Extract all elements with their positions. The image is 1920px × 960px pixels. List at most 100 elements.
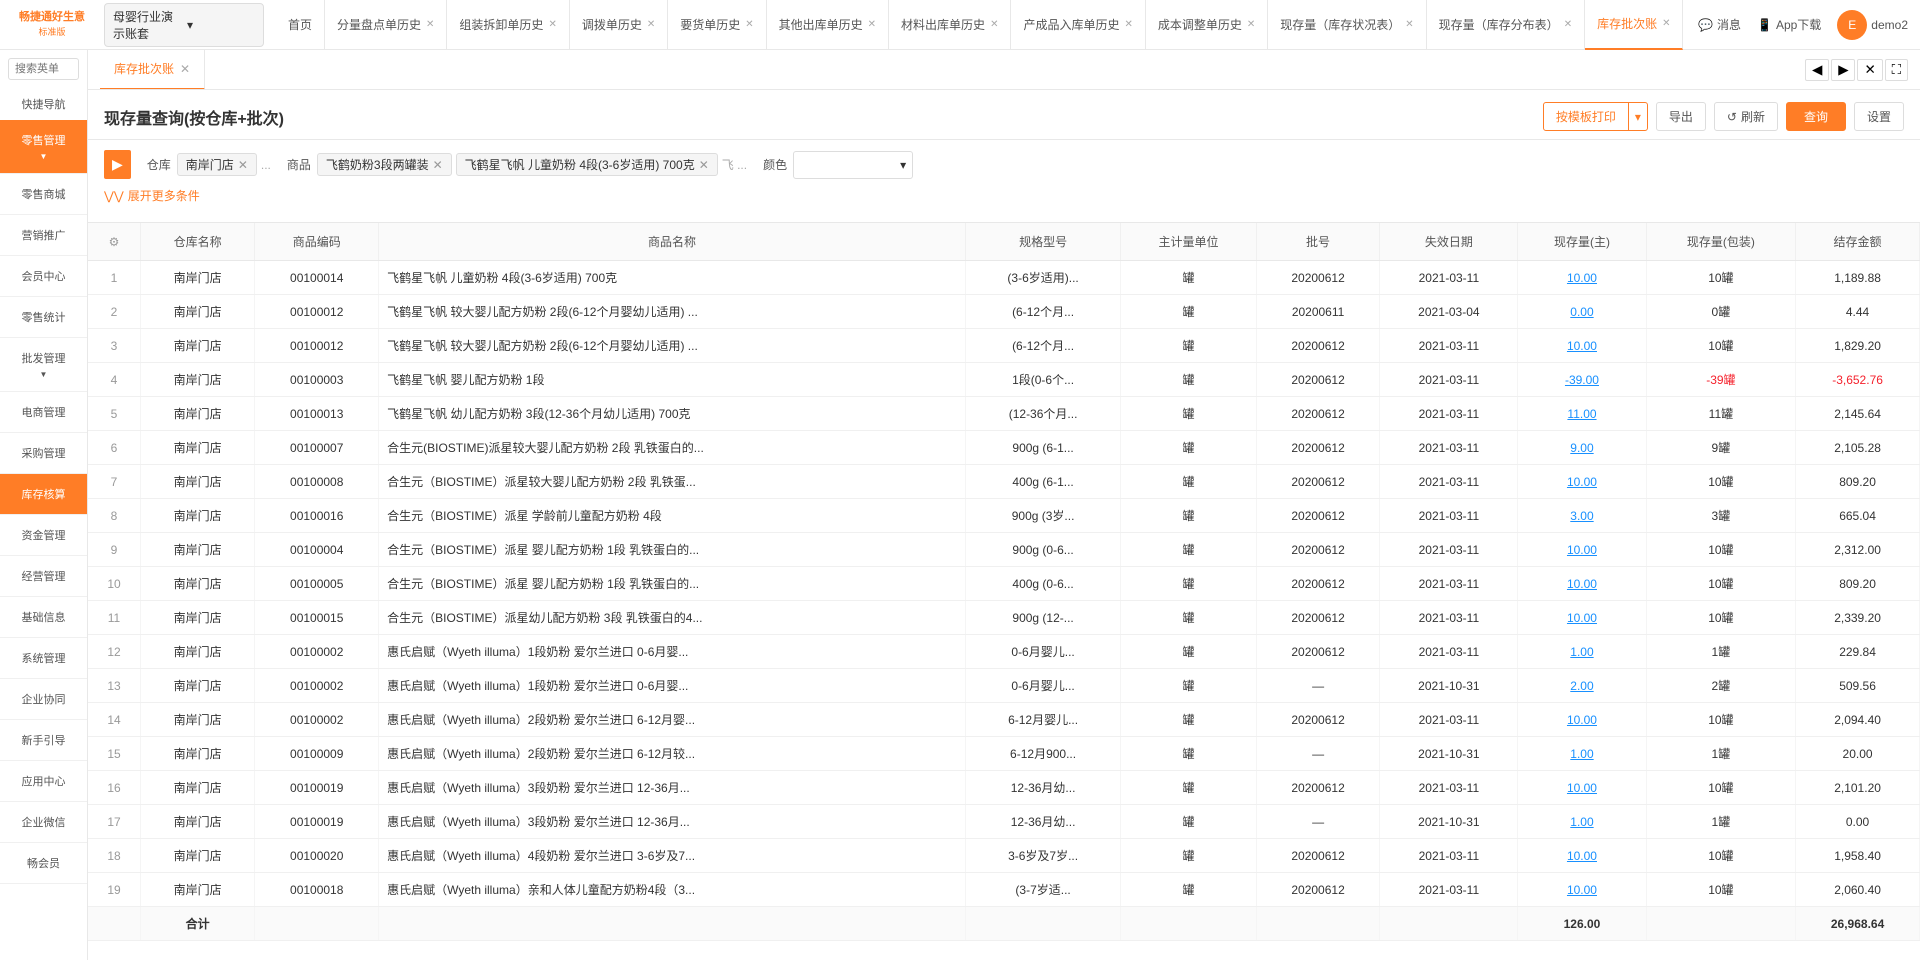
color-input[interactable]: ▾ — [793, 151, 913, 179]
message-btn[interactable]: 💬 消息 — [1698, 16, 1741, 33]
tab-close-chanpin[interactable]: ✕ — [1124, 19, 1132, 30]
cell-6-8[interactable]: 10.00 — [1518, 465, 1646, 499]
tab-close-qitachu[interactable]: ✕ — [868, 19, 876, 30]
sidebar-item-huiyuan[interactable]: 会员中心 — [0, 256, 87, 297]
settings-icon[interactable]: ⚙ — [109, 235, 120, 249]
app-download-btn[interactable]: 📱 App下载 — [1757, 16, 1821, 33]
sidebar-item-pifa[interactable]: 批发管理▼ — [0, 338, 87, 392]
cell-18-7: 2021-03-11 — [1380, 873, 1518, 907]
sidebar-item-zijin[interactable]: 资金管理 — [0, 515, 87, 556]
warehouse-label: 仓库 — [147, 156, 171, 173]
user-area[interactable]: E demo2 — [1837, 10, 1908, 40]
cell-8-8[interactable]: 10.00 — [1518, 533, 1646, 567]
sidebar-item-kucunhe[interactable]: 库存核算 — [0, 474, 87, 515]
filter-toggle-btn[interactable]: ▶ — [104, 150, 131, 179]
sidebar-item-weixin[interactable]: 企业微信 — [0, 802, 87, 843]
cell-0-8[interactable]: 10.00 — [1518, 261, 1646, 295]
app-download-label: App下载 — [1776, 16, 1821, 33]
cell-12-8[interactable]: 2.00 — [1518, 669, 1646, 703]
tab-close-xiancun2[interactable]: ✕ — [1564, 19, 1572, 30]
sub-nav-expand-btn[interactable]: ⛶ — [1885, 59, 1908, 81]
tab-close-yaohuo[interactable]: ✕ — [745, 19, 753, 30]
cell-2-8[interactable]: 10.00 — [1518, 329, 1646, 363]
sidebar-item-jichu[interactable]: 基础信息 — [0, 597, 87, 638]
sidebar-item-xitong[interactable]: 系统管理 — [0, 638, 87, 679]
cell-4-8[interactable]: 11.00 — [1518, 397, 1646, 431]
top-tab-chengben[interactable]: 成本调整单历史✕ — [1146, 0, 1268, 50]
sidebar-item-lingshow[interactable]: 零售管理▼ — [0, 120, 87, 174]
query-btn[interactable]: 查询 — [1786, 102, 1846, 131]
print-btn[interactable]: 按模板打印 — [1544, 103, 1629, 130]
top-tab-chanpin[interactable]: 产成品入库单历史✕ — [1011, 0, 1145, 50]
footer-row: 合计126.0026,968.64 — [88, 907, 1920, 941]
sub-nav-prev-btn[interactable]: ◀ — [1805, 59, 1829, 81]
cell-14-4: 6-12月900... — [965, 737, 1120, 771]
cell-10-8[interactable]: 10.00 — [1518, 601, 1646, 635]
tab-close-xiancun1[interactable]: ✕ — [1405, 19, 1413, 30]
tab-close-cailiao[interactable]: ✕ — [990, 19, 998, 30]
sidebar-item-caigou[interactable]: 采购管理 — [0, 433, 87, 474]
cell-18-9: 10罐 — [1646, 873, 1795, 907]
cell-11-8[interactable]: 1.00 — [1518, 635, 1646, 669]
sidebar-item-changhui[interactable]: 畅会员 — [0, 843, 87, 884]
warehouse-more[interactable]: ... — [261, 158, 271, 172]
color-filter: 颜色 ▾ — [763, 151, 913, 179]
tab-close-zuzhuang[interactable]: ✕ — [548, 19, 556, 30]
sidebar-item-quick-nav[interactable]: 快捷导航 — [0, 88, 87, 120]
tab-close-kucun[interactable]: ✕ — [1662, 18, 1670, 29]
search-input[interactable] — [8, 58, 79, 80]
sidebar-item-xinshou[interactable]: 新手引导 — [0, 720, 87, 761]
top-tab-qitachu[interactable]: 其他出库单历史✕ — [767, 0, 889, 50]
cell-14-8[interactable]: 1.00 — [1518, 737, 1646, 771]
cell-5-8[interactable]: 9.00 — [1518, 431, 1646, 465]
cell-10-9: 10罐 — [1646, 601, 1795, 635]
top-tab-diaobo[interactable]: 调拨单历史✕ — [570, 0, 668, 50]
sub-tab-kucun[interactable]: 库存批次账 ✕ — [100, 50, 205, 90]
cell-17-8[interactable]: 10.00 — [1518, 839, 1646, 873]
product-tags: 飞鹤奶粉3段两罐装 ✕ 飞鹤星飞帆 儿童奶粉 4段(3-6岁适用) 700克 ✕… — [317, 153, 747, 176]
refresh-icon: ↺ — [1727, 110, 1737, 124]
cell-16-8[interactable]: 1.00 — [1518, 805, 1646, 839]
print-dropdown-btn[interactable]: ▾ — [1629, 105, 1647, 129]
settings-btn[interactable]: 设置 — [1854, 102, 1904, 131]
sidebar-label-xitong: 系统管理 — [22, 650, 66, 666]
cell-3-8[interactable]: -39.00 — [1518, 363, 1646, 397]
sidebar-item-dianshang[interactable]: 电商管理 — [0, 392, 87, 433]
cell-18-8[interactable]: 10.00 — [1518, 873, 1646, 907]
sidebar-item-jingying[interactable]: 经营管理 — [0, 556, 87, 597]
top-tab-fenliang[interactable]: 分量盘点单历史✕ — [325, 0, 447, 50]
sidebar-item-yingxiao[interactable]: 营销推广 — [0, 215, 87, 256]
tab-close-diaobo[interactable]: ✕ — [647, 19, 655, 30]
top-tab-yaohuo[interactable]: 要货单历史✕ — [668, 0, 766, 50]
cell-7-8[interactable]: 3.00 — [1518, 499, 1646, 533]
sub-tab-close-kucun[interactable]: ✕ — [180, 62, 190, 76]
tab-close-fenliang[interactable]: ✕ — [426, 19, 434, 30]
top-tab-kucun[interactable]: 库存批次账✕ — [1585, 0, 1683, 50]
top-tab-xiancun1[interactable]: 现存量（库存状况表）✕ — [1268, 0, 1426, 50]
top-tab-xiancun2[interactable]: 现存量（库存分布表）✕ — [1427, 0, 1585, 50]
warehouse-tag-remove[interactable]: ✕ — [238, 158, 248, 172]
account-selector[interactable]: 母婴行业演示账套 ▾ — [104, 3, 264, 47]
sidebar-item-yingyong[interactable]: 应用中心 — [0, 761, 87, 802]
top-tab-home[interactable]: 首页 — [276, 0, 325, 50]
tab-close-chengben[interactable]: ✕ — [1247, 19, 1255, 30]
sidebar-item-lingsale[interactable]: 零售商城 — [0, 174, 87, 215]
product-more[interactable]: 飞 ... — [722, 156, 747, 173]
refresh-btn[interactable]: ↺ 刷新 — [1714, 102, 1778, 131]
sidebar-item-qiye[interactable]: 企业协同 — [0, 679, 87, 720]
top-tab-cailiao[interactable]: 材料出库单历史✕ — [889, 0, 1011, 50]
sidebar-item-lingtongji[interactable]: 零售统计 — [0, 297, 87, 338]
cell-6-5: 罐 — [1121, 465, 1256, 499]
cell-15-8[interactable]: 10.00 — [1518, 771, 1646, 805]
export-btn[interactable]: 导出 — [1656, 102, 1706, 131]
sub-nav-close-btn[interactable]: ✕ — [1857, 59, 1882, 81]
cell-13-8[interactable]: 10.00 — [1518, 703, 1646, 737]
sub-nav-next-btn[interactable]: ▶ — [1831, 59, 1855, 81]
product-tag-2-remove[interactable]: ✕ — [699, 158, 709, 172]
top-tab-zuzhuang[interactable]: 组装拆卸单历史✕ — [447, 0, 569, 50]
product-tag-1-remove[interactable]: ✕ — [433, 158, 443, 172]
cell-9-8[interactable]: 10.00 — [1518, 567, 1646, 601]
cell-1-8[interactable]: 0.00 — [1518, 295, 1646, 329]
cell-8-5: 罐 — [1121, 533, 1256, 567]
expand-more-btn[interactable]: ⋁⋁ 展开更多条件 — [104, 187, 1904, 204]
